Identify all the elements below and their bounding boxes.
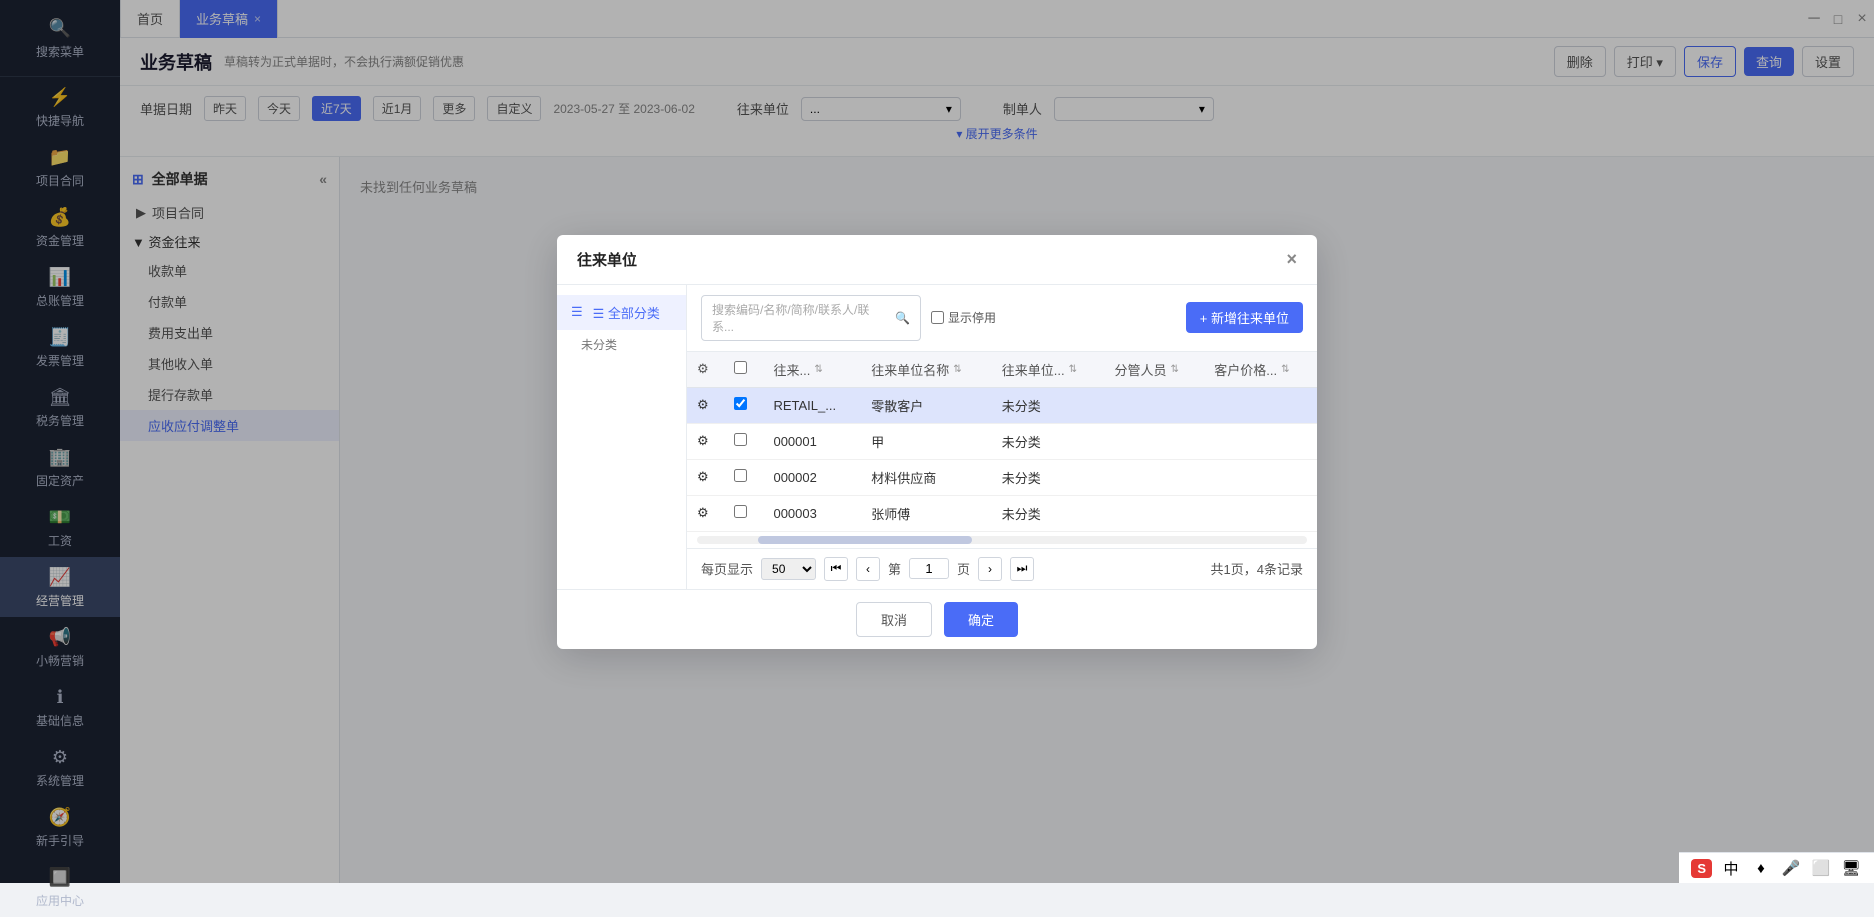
scrollbar-thumb [758,536,972,544]
th-name[interactable]: 往来单位名称 ⇅ [861,352,992,388]
th-checkbox[interactable] [724,352,763,388]
diamond-icon[interactable]: ♦ [1750,857,1772,879]
row-checkbox[interactable] [724,387,763,423]
modal-overlay[interactable]: 往来单位 × ☰ ☰ 全部分类 未分类 搜索编码/名称/简称/联系人/ [0,0,1874,883]
search-icon: 🔍 [895,311,910,325]
row-name: 张师傅 [861,495,992,531]
modal-header: 往来单位 × [557,235,1317,285]
row-category: 未分类 [992,387,1105,423]
th-salesperson[interactable]: 分管人员 ⇅ [1104,352,1204,388]
sidebar-item-label: 应用中心 [36,892,84,909]
show-disabled-checkbox[interactable] [931,311,944,324]
row-price-level [1204,423,1317,459]
row-settings[interactable]: ⚙ [687,459,724,495]
select-all-checkbox[interactable] [734,361,747,374]
brand-icon: S [1691,859,1712,878]
cancel-button[interactable]: 取消 [856,602,932,637]
row-price-level [1204,459,1317,495]
modal-pagination: 每页显示 50 10 20 100 ⏮ ‹ 第 页 › ⏭ 共1页，4条记录 [687,548,1317,589]
row-salesperson [1104,495,1204,531]
row-checkbox[interactable] [724,459,763,495]
row-select-checkbox[interactable] [734,433,747,446]
status-bar: S 中 ♦ 🎤 ⬜ 🖥 [1679,852,1874,883]
row-category: 未分类 [992,423,1105,459]
row-code: RETAIL_... [763,387,861,423]
scrollbar-track[interactable] [697,536,1307,544]
row-name: 材料供应商 [861,459,992,495]
next-page-btn[interactable]: › [978,557,1002,581]
row-salesperson [1104,387,1204,423]
show-disabled-label[interactable]: 显示停用 [931,309,996,326]
prev-page-btn[interactable]: ‹ [856,557,880,581]
modal-partner: 往来单位 × ☰ ☰ 全部分类 未分类 搜索编码/名称/简称/联系人/ [557,235,1317,649]
th-price-level[interactable]: 客户价格... ⇅ [1204,352,1317,388]
confirm-button[interactable]: 确定 [944,602,1018,637]
row-settings[interactable]: ⚙ [687,495,724,531]
modal-title: 往来单位 [577,249,637,270]
table-row[interactable]: ⚙ 000003 张师傅 未分类 [687,495,1317,531]
row-name: 甲 [861,423,992,459]
modal-table-wrap: ⚙ 往来... ⇅ 往来单位名 [687,352,1317,548]
chinese-input-icon[interactable]: 中 [1720,857,1742,879]
add-partner-btn[interactable]: + 新增往来单位 [1186,302,1303,333]
table-header-row: ⚙ 往来... ⇅ 往来单位名 [687,352,1317,388]
keyboard-icon[interactable]: ⬜ [1810,857,1832,879]
page-number-input[interactable] [909,558,949,579]
row-settings[interactable]: ⚙ [687,423,724,459]
row-code: 000002 [763,459,861,495]
modal-sidebar-all[interactable]: ☰ ☰ 全部分类 [557,295,686,330]
row-checkbox[interactable] [724,495,763,531]
th-code[interactable]: 往来... ⇅ [763,352,861,388]
row-price-level [1204,495,1317,531]
th-settings[interactable]: ⚙ [687,352,724,388]
last-page-btn[interactable]: ⏭ [1010,557,1034,581]
table-row[interactable]: ⚙ RETAIL_... 零散客户 未分类 [687,387,1317,423]
row-settings[interactable]: ⚙ [687,387,724,423]
page-size-select[interactable]: 50 10 20 100 [761,558,816,580]
row-category: 未分类 [992,495,1105,531]
row-select-checkbox[interactable] [734,397,747,410]
modal-main: 搜索编码/名称/简称/联系人/联系... 🔍 显示停用 + 新增往来单位 [687,285,1317,589]
modal-sidebar-unclassified[interactable]: 未分类 [557,330,686,359]
mic-icon[interactable]: 🎤 [1780,857,1802,879]
row-code: 000001 [763,423,861,459]
row-salesperson [1104,459,1204,495]
search-input-field[interactable]: 搜索编码/名称/简称/联系人/联系... 🔍 [701,295,921,341]
row-code: 000003 [763,495,861,531]
modal-close-btn[interactable]: × [1286,249,1297,270]
modal-body: ☰ ☰ 全部分类 未分类 搜索编码/名称/简称/联系人/联系... 🔍 [557,285,1317,589]
row-price-level [1204,387,1317,423]
modal-sidebar: ☰ ☰ 全部分类 未分类 [557,285,687,589]
row-select-checkbox[interactable] [734,469,747,482]
row-category: 未分类 [992,459,1105,495]
row-select-checkbox[interactable] [734,505,747,518]
first-page-btn[interactable]: ⏮ [824,557,848,581]
th-category[interactable]: 往来单位... ⇅ [992,352,1105,388]
table-row[interactable]: ⚙ 000001 甲 未分类 [687,423,1317,459]
row-salesperson [1104,423,1204,459]
modal-toolbar: 搜索编码/名称/简称/联系人/联系... 🔍 显示停用 + 新增往来单位 [687,285,1317,352]
pagination-info: 共1页，4条记录 [1211,559,1303,578]
row-checkbox[interactable] [724,423,763,459]
monitor-icon[interactable]: 🖥 [1840,857,1862,879]
row-name: 零散客户 [861,387,992,423]
table-row[interactable]: ⚙ 000002 材料供应商 未分类 [687,459,1317,495]
modal-footer: 取消 确定 [557,589,1317,649]
partner-table: ⚙ 往来... ⇅ 往来单位名 [687,352,1317,532]
